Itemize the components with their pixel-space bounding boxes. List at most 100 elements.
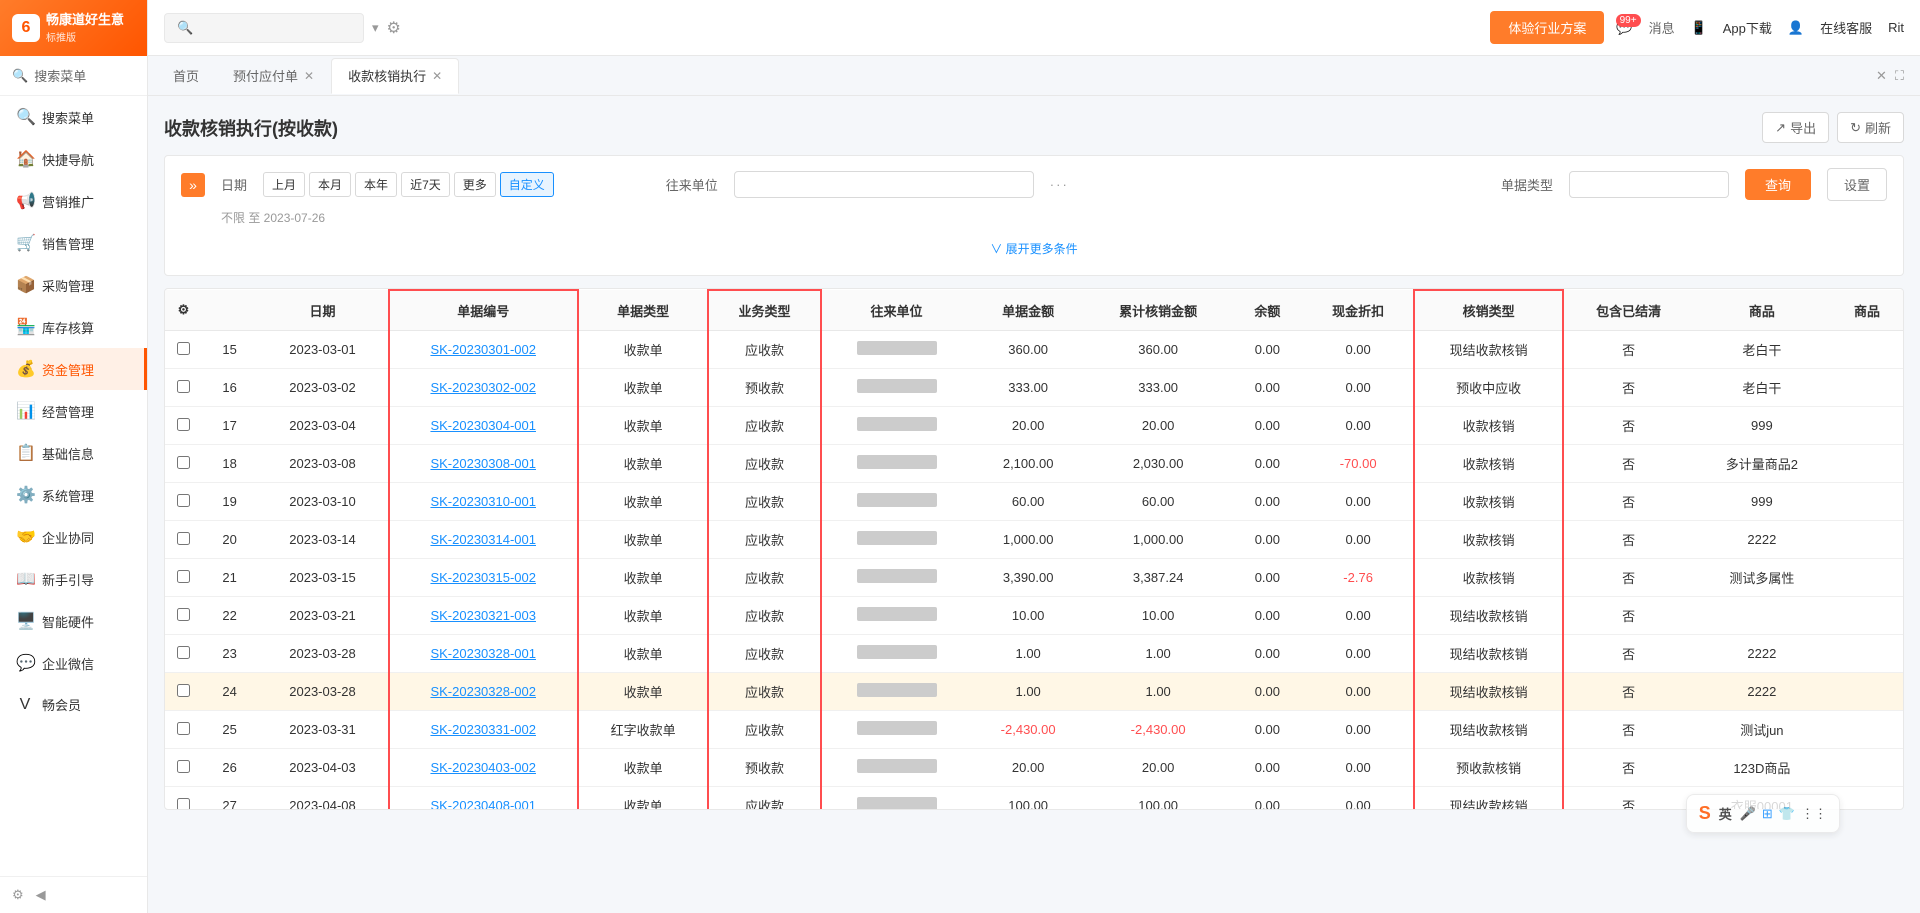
cell-settings[interactable]	[165, 407, 202, 445]
doc-no-link[interactable]: SK-20230304-001	[430, 418, 536, 433]
sidebar-item-purchase[interactable]: 📦 采购管理	[0, 264, 147, 306]
cell-settings[interactable]	[165, 369, 202, 407]
row-checkbox[interactable]	[177, 380, 190, 393]
settings-button[interactable]: 设置	[1827, 168, 1887, 201]
topbar-gear-icon[interactable]: ⚙	[387, 18, 401, 38]
date-this-year[interactable]: 本年	[355, 172, 397, 197]
sidebar-settings-icon[interactable]: ⚙	[12, 887, 24, 903]
sidebar-item-sales[interactable]: 🛒 销售管理	[0, 222, 147, 264]
sidebar-icon-hardware: 🖥️	[16, 611, 34, 631]
cell-settings[interactable]	[165, 749, 202, 787]
table-row: 16 2023-03-02 SK-20230302-002 收款单 预收款 33…	[165, 369, 1903, 407]
date-custom[interactable]: 自定义	[500, 172, 554, 197]
topbar-search-icon: 🔍	[177, 20, 193, 36]
voucher-type-select[interactable]	[1569, 171, 1729, 198]
doc-no-link[interactable]: SK-20230321-003	[430, 608, 536, 623]
row-checkbox[interactable]	[177, 760, 190, 773]
cell-settings[interactable]	[165, 483, 202, 521]
cell-settings[interactable]	[165, 711, 202, 749]
sidebar-item-quicknav[interactable]: 🏠 快捷导航	[0, 138, 147, 180]
sidebar-item-wechat[interactable]: 💬 企业微信	[0, 642, 147, 684]
cell-doc-no: SK-20230308-001	[389, 445, 578, 483]
cell-settings[interactable]	[165, 597, 202, 635]
date-more[interactable]: 更多	[454, 172, 496, 197]
row-checkbox[interactable]	[177, 494, 190, 507]
row-checkbox[interactable]	[177, 646, 190, 659]
row-checkbox[interactable]	[177, 722, 190, 735]
sidebar-item-system[interactable]: ⚙️ 系统管理	[0, 474, 147, 516]
tab-payable[interactable]: 预付应付单 ✕	[216, 58, 331, 94]
sidebar-item-member[interactable]: V 畅会员	[0, 684, 147, 725]
sidebar-item-hardware[interactable]: 🖥️ 智能硬件	[0, 600, 147, 642]
cell-settings[interactable]	[165, 445, 202, 483]
export-button[interactable]: ↗ 导出	[1762, 112, 1829, 143]
query-button[interactable]: 查询	[1745, 169, 1811, 200]
app-download-label[interactable]: App下载	[1723, 18, 1772, 37]
cell-settings[interactable]	[165, 635, 202, 673]
doc-no-link[interactable]: SK-20230301-002	[430, 342, 536, 357]
tab-receipt-close[interactable]: ✕	[432, 69, 442, 83]
tabs-expand-icon[interactable]: ⛶	[1895, 68, 1904, 84]
row-checkbox[interactable]	[177, 456, 190, 469]
cell-settings[interactable]	[165, 521, 202, 559]
sidebar-item-search[interactable]: 🔍 搜索菜单	[0, 96, 147, 138]
topbar-dropdown-icon[interactable]: ▾	[372, 20, 379, 36]
sidebar-item-inventory[interactable]: 🏪 库存核算	[0, 306, 147, 348]
doc-no-link[interactable]: SK-20230328-001	[430, 646, 536, 661]
tab-receipt[interactable]: 收款核销执行 ✕	[331, 58, 459, 94]
doc-no-link[interactable]: SK-20230315-002	[430, 570, 536, 585]
table-row: 21 2023-03-15 SK-20230315-002 收款单 应收款 3,…	[165, 559, 1903, 597]
data-table: ⚙ 日期 单据编号 单据类型 业务类型 往来单位 单据金额 累计核销金额 余额 …	[165, 289, 1903, 809]
sidebar-item-marketing[interactable]: 📢 营销推广	[0, 180, 147, 222]
doc-no-link[interactable]: SK-20230308-001	[430, 456, 536, 471]
date-last-month[interactable]: 上月	[263, 172, 305, 197]
industry-solution-button[interactable]: 体验行业方案	[1490, 11, 1604, 44]
service-label[interactable]: 在线客服	[1820, 18, 1872, 37]
cell-product2	[1831, 369, 1903, 407]
expand-more-conditions[interactable]: ∨ 展开更多条件	[181, 234, 1887, 263]
doc-no-link[interactable]: SK-20230310-001	[430, 494, 536, 509]
cell-settings[interactable]	[165, 331, 202, 369]
cell-settings[interactable]	[165, 787, 202, 810]
cell-seq: 23	[202, 635, 257, 673]
sidebar-search-menu[interactable]: 🔍 搜索菜单	[0, 56, 147, 96]
user-name[interactable]: Rit	[1888, 20, 1904, 35]
col-header-settings[interactable]: ⚙	[165, 290, 202, 331]
doc-no-link[interactable]: SK-20230328-002	[430, 684, 536, 699]
sidebar-item-enterprise[interactable]: 🤝 企业协同	[0, 516, 147, 558]
refresh-button[interactable]: ↻ 刷新	[1837, 112, 1904, 143]
cell-biz-type: 应收款	[708, 331, 820, 369]
filter-arrow-button[interactable]: »	[181, 173, 205, 197]
tab-payable-close[interactable]: ✕	[304, 69, 314, 83]
date-last-7-days[interactable]: 近7天	[401, 172, 450, 197]
sidebar-item-finance[interactable]: 💰 资金管理	[0, 348, 147, 390]
row-checkbox[interactable]	[177, 798, 190, 810]
row-checkbox[interactable]	[177, 418, 190, 431]
date-this-month[interactable]: 本月	[309, 172, 351, 197]
row-checkbox[interactable]	[177, 608, 190, 621]
customer-filter-input[interactable]	[734, 171, 1034, 198]
tabs-close-all-icon[interactable]: ✕	[1876, 68, 1887, 84]
cell-verify-type: 预收中应收	[1414, 369, 1563, 407]
doc-no-link[interactable]: SK-20230314-001	[430, 532, 536, 547]
topbar-search-box[interactable]: 🔍	[164, 13, 364, 43]
doc-no-link[interactable]: SK-20230403-002	[430, 760, 536, 775]
cell-settings[interactable]	[165, 559, 202, 597]
cell-settings[interactable]	[165, 673, 202, 711]
sidebar-item-guide[interactable]: 📖 新手引导	[0, 558, 147, 600]
sidebar-item-operation[interactable]: 📊 经营管理	[0, 390, 147, 432]
row-checkbox[interactable]	[177, 342, 190, 355]
row-checkbox[interactable]	[177, 684, 190, 697]
table-scroll-area[interactable]: ⚙ 日期 单据编号 单据类型 业务类型 往来单位 单据金额 累计核销金额 余额 …	[165, 289, 1903, 809]
row-checkbox[interactable]	[177, 570, 190, 583]
doc-no-link[interactable]: SK-20230408-001	[430, 798, 536, 809]
doc-no-link[interactable]: SK-20230302-002	[430, 380, 536, 395]
cell-doc-no: SK-20230403-002	[389, 749, 578, 787]
sidebar-item-basic[interactable]: 📋 基础信息	[0, 432, 147, 474]
sidebar-icon-system: ⚙️	[16, 485, 34, 505]
row-checkbox[interactable]	[177, 532, 190, 545]
tab-home[interactable]: 首页	[156, 58, 216, 94]
doc-no-link[interactable]: SK-20230331-002	[430, 722, 536, 737]
message-badge[interactable]: 💬 99+	[1616, 20, 1632, 36]
sidebar-collapse-icon[interactable]: ◀	[36, 887, 46, 903]
